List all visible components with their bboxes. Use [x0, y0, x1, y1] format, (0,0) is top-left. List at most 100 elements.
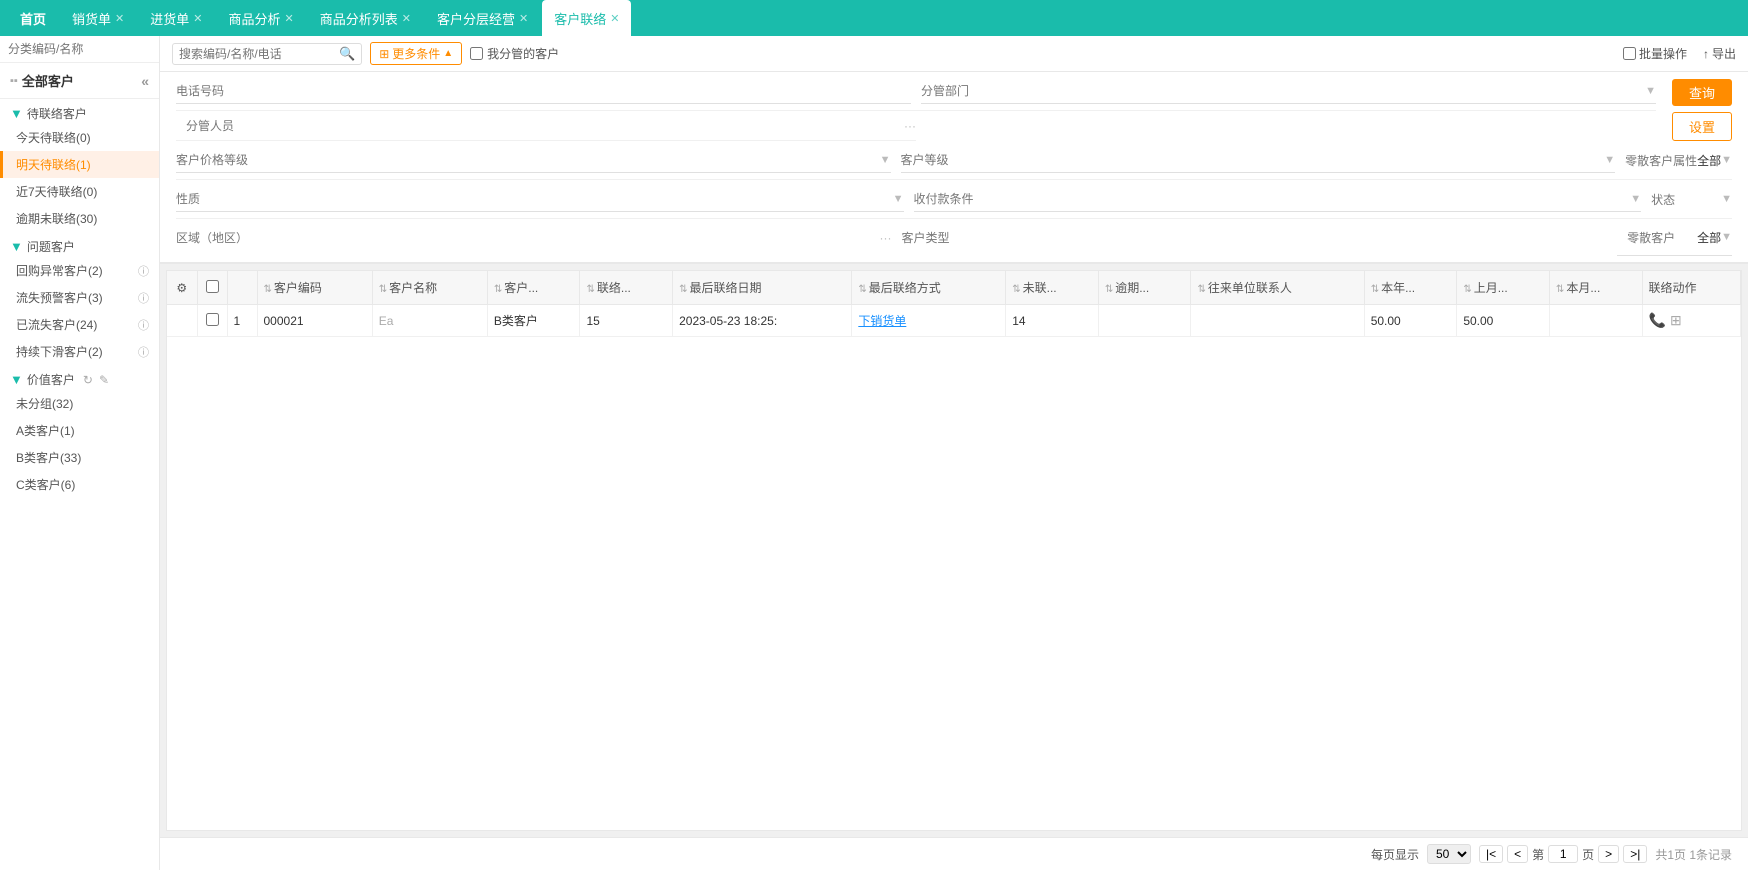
filter-retail-attr-select[interactable]: 全部 ▼	[1697, 152, 1732, 169]
page-number-input[interactable]	[1548, 845, 1578, 863]
sidebar-item-abnormal-repurchase[interactable]: 回购异常客户(2) ⓘ	[0, 257, 159, 284]
row-last-method[interactable]: 下销货单	[852, 305, 1006, 337]
nav-sales-order[interactable]: 销货单 ✕	[60, 0, 136, 36]
next-page-btn[interactable]: >	[1598, 845, 1619, 863]
info-icon-1[interactable]: ⓘ	[138, 290, 149, 306]
th-code[interactable]: ⇅客户编码	[257, 271, 372, 305]
sidebar-item-declining[interactable]: 持续下滑客户(2) ⓘ	[0, 338, 159, 365]
nav-close-contact[interactable]: ✕	[610, 12, 619, 25]
sidebar-search-box[interactable]: 🔍	[0, 36, 159, 63]
pagination: |< < 第 页 > >|	[1479, 845, 1647, 863]
value-group-refresh[interactable]: ↻	[83, 373, 93, 387]
sidebar-search-input[interactable]	[8, 42, 160, 56]
sidebar-all-customers[interactable]: ▪▪ 全部客户 «	[0, 63, 159, 99]
row-code[interactable]: 000021	[257, 305, 372, 337]
sidebar-item-7days-contact[interactable]: 近7天待联络(0)	[0, 178, 159, 205]
row-this-year: 50.00	[1364, 305, 1457, 337]
nav-home[interactable]: 首页	[8, 0, 58, 36]
th-overdue[interactable]: ⇅逾期...	[1098, 271, 1191, 305]
filter-phone: 电话号码	[176, 78, 911, 104]
th-this-month[interactable]: ⇅本月...	[1549, 271, 1642, 305]
sidebar-pending-group[interactable]: ▼ 待联络客户	[0, 99, 159, 124]
info-icon-3[interactable]: ⓘ	[138, 344, 149, 360]
nav-close-product-list[interactable]: ✕	[402, 12, 411, 25]
prev-page-btn[interactable]: <	[1507, 845, 1528, 863]
sidebar-item-class-c[interactable]: C类客户(6)	[0, 471, 159, 498]
total-records: 共1页 1条记录	[1655, 846, 1732, 863]
row-checkbox[interactable]	[197, 305, 227, 337]
filter-payment-select[interactable]: ▼	[984, 193, 1642, 205]
sidebar-item-churned[interactable]: 已流失客户(24) ⓘ	[0, 311, 159, 338]
filter-more-btn[interactable]: ⊞ 更多条件 ▲	[370, 42, 462, 65]
sidebar-value-group[interactable]: ▼ 价值客户 ↻ ✎	[0, 365, 159, 390]
filter-retail-customer-select[interactable]: 全部 ▼	[1697, 229, 1732, 246]
th-last-method[interactable]: ⇅最后联络方式	[852, 271, 1006, 305]
search-box[interactable]: 🔍	[172, 43, 362, 65]
th-no-contact[interactable]: ⇅未联...	[1006, 271, 1099, 305]
nav-close-purchase[interactable]: ✕	[193, 12, 202, 25]
th-settings[interactable]: ⚙	[167, 271, 197, 305]
filter-status-select[interactable]: ▼	[1721, 193, 1732, 205]
th-last-date[interactable]: ⇅最后联络日期	[673, 271, 852, 305]
first-page-btn[interactable]: |<	[1479, 845, 1503, 863]
page-suffix: 页	[1582, 846, 1594, 863]
nav-purchase-order[interactable]: 进货单 ✕	[138, 0, 214, 36]
nav-close-stratification[interactable]: ✕	[519, 12, 528, 25]
value-group-edit[interactable]: ✎	[99, 373, 109, 387]
select-all-checkbox[interactable]	[206, 280, 219, 293]
sidebar-item-churn-warning[interactable]: 流失预警客户(3) ⓘ	[0, 284, 159, 311]
filter-dept-select[interactable]: ▼	[991, 85, 1656, 97]
nav-customer-stratification[interactable]: 客户分层经营 ✕	[425, 0, 540, 36]
info-icon-0[interactable]: ⓘ	[138, 263, 149, 279]
sidebar-collapse-btn[interactable]: «	[141, 73, 149, 89]
th-checkbox[interactable]	[197, 271, 227, 305]
nav-product-analysis-list[interactable]: 商品分析列表 ✕	[308, 0, 423, 36]
row-settings[interactable]	[167, 305, 197, 337]
my-customers-checkbox[interactable]	[470, 47, 483, 60]
nav-close-sales[interactable]: ✕	[115, 12, 124, 25]
query-btn[interactable]: 查询	[1672, 79, 1732, 106]
filter-phone-input[interactable]	[246, 84, 911, 98]
action-grid-icon[interactable]: ⊞	[1670, 312, 1682, 329]
search-input[interactable]	[179, 47, 339, 61]
person-dots-btn[interactable]: ···	[904, 119, 916, 133]
filter-customer-type: 客户类型	[902, 225, 1618, 250]
th-contact-count[interactable]: ⇅联络...	[580, 271, 673, 305]
sidebar-item-class-a[interactable]: A类客户(1)	[0, 417, 159, 444]
page-size-select[interactable]: 50	[1427, 844, 1471, 864]
filter-price-level-select[interactable]: ▼	[248, 154, 891, 166]
search-icon[interactable]: 🔍	[339, 46, 355, 62]
batch-operation-btn[interactable]: 批量操作	[1623, 45, 1687, 62]
filter-customer-level-select[interactable]: ▼	[971, 154, 1616, 166]
action-phone-icon[interactable]: 📞	[1649, 312, 1666, 329]
nav-customer-contact[interactable]: 客户联络 ✕	[542, 0, 631, 36]
my-customers-checkbox-label[interactable]: 我分管的客户	[470, 45, 559, 62]
region-dots-btn[interactable]: ···	[880, 231, 892, 245]
th-level[interactable]: ⇅客户...	[487, 271, 580, 305]
sidebar-item-today-contact[interactable]: 今天待联络(0)	[0, 124, 159, 151]
th-last-month[interactable]: ⇅上月...	[1457, 271, 1550, 305]
sidebar-item-ungrouped[interactable]: 未分组(32)	[0, 390, 159, 417]
row-name[interactable]: Ea	[372, 305, 487, 337]
phone-input[interactable]	[246, 84, 911, 98]
sidebar-item-tomorrow-contact[interactable]: 明天待联络(1)	[0, 151, 159, 178]
th-name[interactable]: ⇅客户名称	[372, 271, 487, 305]
set-btn[interactable]: 设置	[1672, 112, 1732, 141]
row-last-month: 50.00	[1457, 305, 1550, 337]
filter-nature-select[interactable]: ▼	[246, 193, 904, 205]
filter-region-select[interactable]: ···	[248, 231, 892, 245]
th-this-year[interactable]: ⇅本年...	[1364, 271, 1457, 305]
sidebar-item-class-b[interactable]: B类客户(33)	[0, 444, 159, 471]
chevron-down-icon: ▼	[1645, 85, 1656, 97]
th-unit-contact[interactable]: ⇅往来单位联系人	[1191, 271, 1364, 305]
sidebar-problem-group[interactable]: ▼ 问题客户	[0, 232, 159, 257]
info-icon-2[interactable]: ⓘ	[138, 317, 149, 333]
last-page-btn[interactable]: >|	[1623, 845, 1647, 863]
export-btn[interactable]: ↑ 导出	[1703, 45, 1736, 62]
row-select-checkbox[interactable]	[206, 313, 219, 326]
chevron-retail-icon: ▼	[1721, 154, 1732, 166]
nav-product-analysis[interactable]: 商品分析 ✕	[216, 0, 305, 36]
batch-checkbox[interactable]	[1623, 47, 1636, 60]
sidebar-item-overdue-contact[interactable]: 逾期未联络(30)	[0, 205, 159, 232]
nav-close-product-analysis[interactable]: ✕	[285, 12, 294, 25]
